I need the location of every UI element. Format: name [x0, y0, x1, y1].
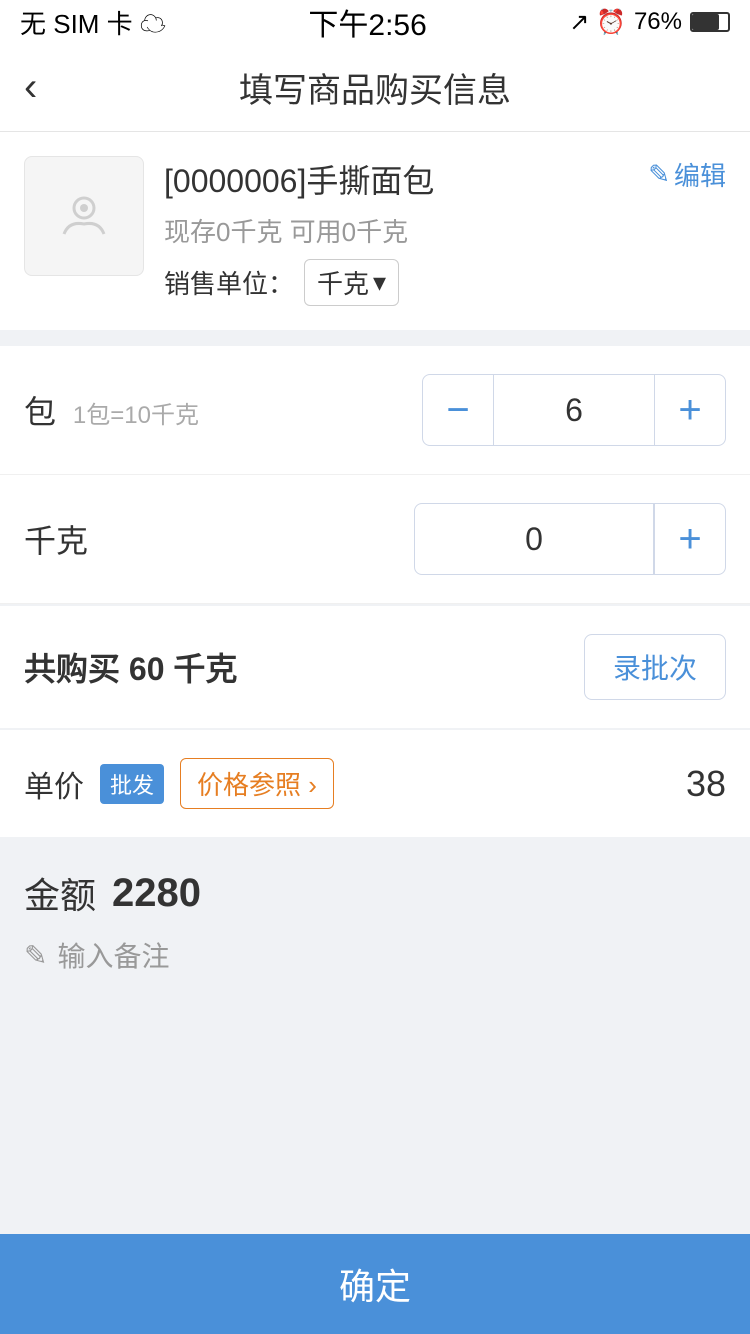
pkg-label: 包	[24, 394, 56, 430]
pkg-row: 包 1包=10千克 − +	[0, 346, 750, 475]
product-image	[24, 156, 144, 276]
kg-input[interactable]	[414, 503, 654, 575]
dropdown-icon: ▾	[373, 267, 386, 298]
remark-row[interactable]: ✎ 输入备注	[24, 935, 726, 975]
quantity-section: 包 1包=10千克 − + 千克 +	[0, 346, 750, 604]
kg-row: 千克 +	[0, 475, 750, 604]
edit-button[interactable]: ✎ 编辑	[648, 156, 726, 193]
battery-icon: ↗ ⏰	[569, 8, 626, 37]
remark-placeholder: 输入备注	[57, 935, 169, 975]
summary-label: 共购买	[24, 651, 120, 687]
pencil-icon: ✎	[24, 939, 47, 972]
nav-bar: ‹ 填写商品购买信息	[0, 44, 750, 132]
back-button[interactable]: ‹	[24, 65, 37, 110]
price-tag: 批发	[100, 764, 164, 804]
price-section: 单价 批发 价格参照 › 38	[0, 730, 750, 837]
status-right: ↗ ⏰ 76%	[569, 8, 730, 37]
battery-text: 76%	[634, 8, 682, 36]
summary-qty: 60	[129, 651, 165, 687]
summary-unit: 千克	[173, 651, 237, 687]
unit-label: 销售单位：	[164, 264, 294, 301]
battery-bar	[690, 12, 730, 32]
price-label: 单价	[24, 762, 84, 806]
pkg-input[interactable]	[494, 374, 654, 446]
pkg-hint: 1包=10千克	[73, 402, 199, 429]
summary-text: 共购买 60 千克	[24, 644, 237, 690]
kg-plus-button[interactable]: +	[654, 503, 726, 575]
pkg-control: − +	[422, 374, 726, 446]
edit-icon: ✎	[648, 159, 670, 190]
page-title: 填写商品购买信息	[239, 63, 511, 112]
kg-label: 千克	[24, 516, 414, 562]
pkg-minus-button[interactable]: −	[422, 374, 494, 446]
carrier-text: 无 SIM 卡 ☁	[20, 4, 166, 41]
unit-value: 千克	[317, 264, 369, 301]
amount-label: 金额	[24, 867, 96, 919]
summary-row: 共购买 60 千克 录批次	[0, 606, 750, 728]
price-value: 38	[686, 763, 726, 805]
product-info: [0000006]手撕面包 现存0千克 可用0千克 销售单位： 千克 ▾	[164, 156, 726, 306]
price-ref-button[interactable]: 价格参照 ›	[180, 758, 334, 809]
status-bar: 无 SIM 卡 ☁ 下午2:56 ↗ ⏰ 76%	[0, 0, 750, 44]
amount-section: 金额 2280 ✎ 输入备注	[0, 839, 750, 991]
product-name: [0000006]手撕面包	[164, 156, 726, 202]
status-time: 下午2:56	[308, 0, 426, 44]
pkg-label-area: 包 1包=10千克	[24, 387, 422, 433]
unit-select[interactable]: 千克 ▾	[304, 259, 399, 306]
amount-value: 2280	[112, 871, 201, 916]
status-left: 无 SIM 卡 ☁	[20, 4, 166, 41]
empty-space	[0, 991, 750, 1234]
pkg-plus-button[interactable]: +	[654, 374, 726, 446]
amount-row: 金额 2280	[24, 867, 726, 919]
product-card: [0000006]手撕面包 现存0千克 可用0千克 销售单位： 千克 ▾ ✎ 编…	[0, 132, 750, 330]
confirm-button[interactable]: 确定	[0, 1234, 750, 1334]
product-unit: 销售单位： 千克 ▾	[164, 259, 726, 306]
edit-label: 编辑	[674, 156, 726, 193]
product-stock: 现存0千克 可用0千克	[164, 212, 726, 249]
batch-button[interactable]: 录批次	[584, 634, 726, 700]
kg-control: +	[414, 503, 726, 575]
